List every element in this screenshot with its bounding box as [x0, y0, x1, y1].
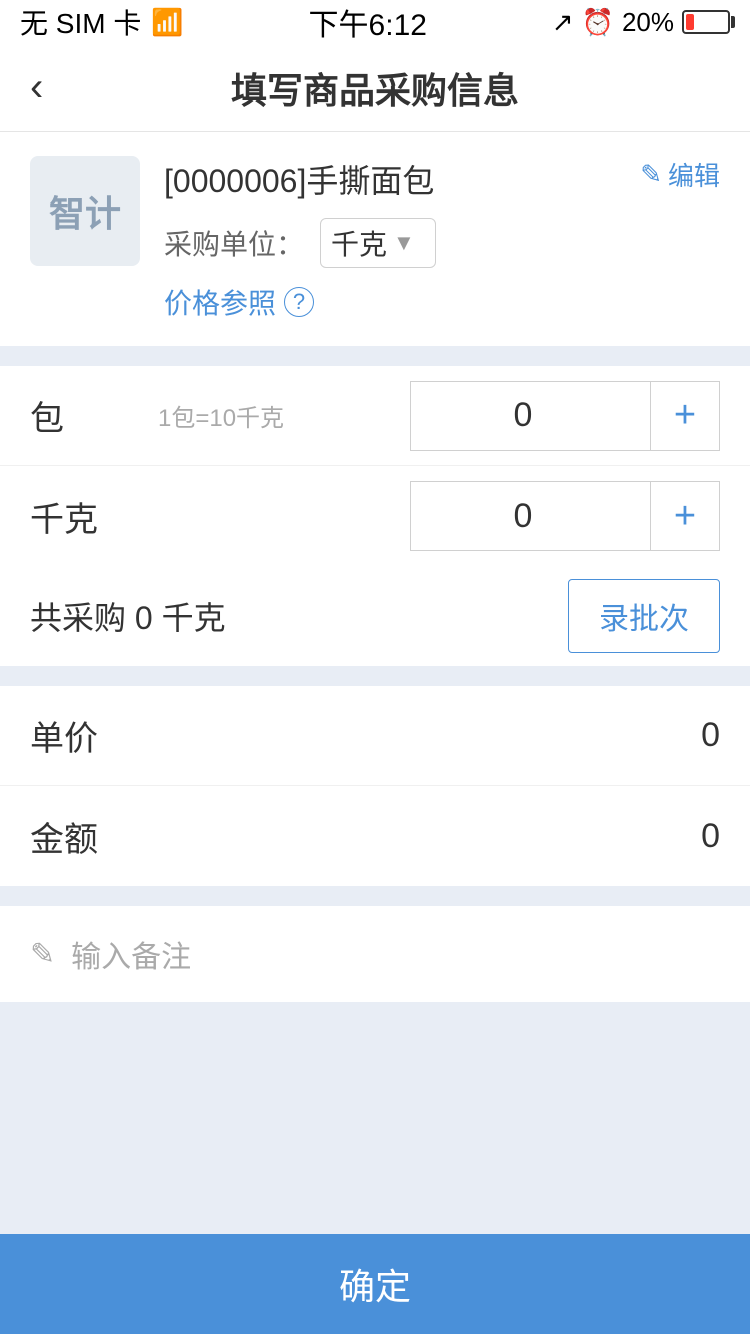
product-card: 智计 [0000006]手撕面包 采购单位： 千克 ▼ 价格参照 ? ✎ 编辑 — [0, 132, 750, 346]
product-info: [0000006]手撕面包 采购单位： 千克 ▼ 价格参照 ? — [164, 156, 720, 322]
bao-plus-button[interactable]: + — [650, 381, 720, 451]
bao-quantity-input[interactable] — [410, 381, 650, 451]
price-ref-question-icon: ? — [284, 287, 314, 317]
battery-icon — [682, 10, 730, 34]
battery-fill — [686, 14, 694, 30]
unit-label: 采购单位： — [164, 223, 304, 263]
status-right: ↗ ⏰ 20% — [552, 7, 730, 38]
nav-bar: ‹ 填写商品采购信息 — [0, 44, 750, 132]
batch-button[interactable]: 录批次 — [568, 579, 720, 653]
back-button[interactable]: ‹ — [20, 55, 53, 120]
price-section: 单价 0 金额 0 — [0, 686, 750, 886]
unit-price-row: 单价 0 — [0, 686, 750, 786]
wifi-icon: 📶 — [151, 7, 183, 38]
edit-icon: ✎ — [640, 159, 662, 190]
bao-label: 包 — [30, 391, 150, 440]
edit-label: 编辑 — [668, 156, 720, 193]
unit-select[interactable]: 千克 ▼ — [320, 218, 436, 268]
product-image: 智计 — [30, 156, 140, 266]
status-bar: 无 SIM 卡 📶 下午6:12 ↗ ⏰ 20% — [0, 0, 750, 44]
amount-row: 金额 0 — [0, 786, 750, 886]
alarm-icon: ⏰ — [582, 7, 614, 38]
pencil-icon: ✎ — [30, 937, 55, 972]
kg-label: 千克 — [30, 492, 150, 541]
notes-placeholder: 输入备注 — [71, 932, 191, 976]
product-logo: 智计 — [49, 185, 121, 237]
notes-section[interactable]: ✎ 输入备注 — [0, 906, 750, 1002]
unit-price-label: 单价 — [30, 711, 98, 760]
battery-label: 20% — [622, 7, 674, 38]
separator-2 — [0, 666, 750, 686]
price-ref-label: 价格参照 — [164, 282, 276, 322]
unit-value: 千克 — [331, 223, 387, 263]
input-section: 包 1包=10千克 + 千克 + — [0, 366, 750, 566]
kg-input-control: + — [410, 481, 720, 551]
product-unit-row: 采购单位： 千克 ▼ — [164, 218, 720, 268]
total-row: 共采购 0 千克 录批次 — [0, 566, 750, 666]
bao-input-control: + — [410, 381, 720, 451]
bao-input-row: 包 1包=10千克 + — [0, 366, 750, 466]
sim-label: 无 SIM 卡 — [20, 2, 141, 42]
kg-quantity-input[interactable] — [410, 481, 650, 551]
background-filler — [0, 1002, 750, 1262]
confirm-button[interactable]: 确定 — [0, 1234, 750, 1334]
unit-arrow-icon: ▼ — [393, 230, 415, 256]
location-icon: ↗ — [552, 7, 574, 38]
status-time: 下午6:12 — [309, 0, 427, 44]
separator-1 — [0, 346, 750, 366]
kg-input-row: 千克 + — [0, 466, 750, 566]
product-name: [0000006]手撕面包 — [164, 156, 720, 202]
bao-sublabel: 1包=10千克 — [158, 398, 410, 433]
unit-price-value: 0 — [701, 716, 720, 755]
price-ref[interactable]: 价格参照 ? — [164, 282, 720, 322]
separator-3 — [0, 886, 750, 906]
total-text: 共采购 0 千克 — [30, 593, 226, 639]
amount-label: 金额 — [30, 812, 98, 861]
amount-value: 0 — [701, 817, 720, 856]
edit-button[interactable]: ✎ 编辑 — [640, 156, 720, 193]
status-left: 无 SIM 卡 📶 — [20, 2, 184, 42]
page-title: 填写商品采购信息 — [231, 62, 519, 114]
kg-plus-button[interactable]: + — [650, 481, 720, 551]
